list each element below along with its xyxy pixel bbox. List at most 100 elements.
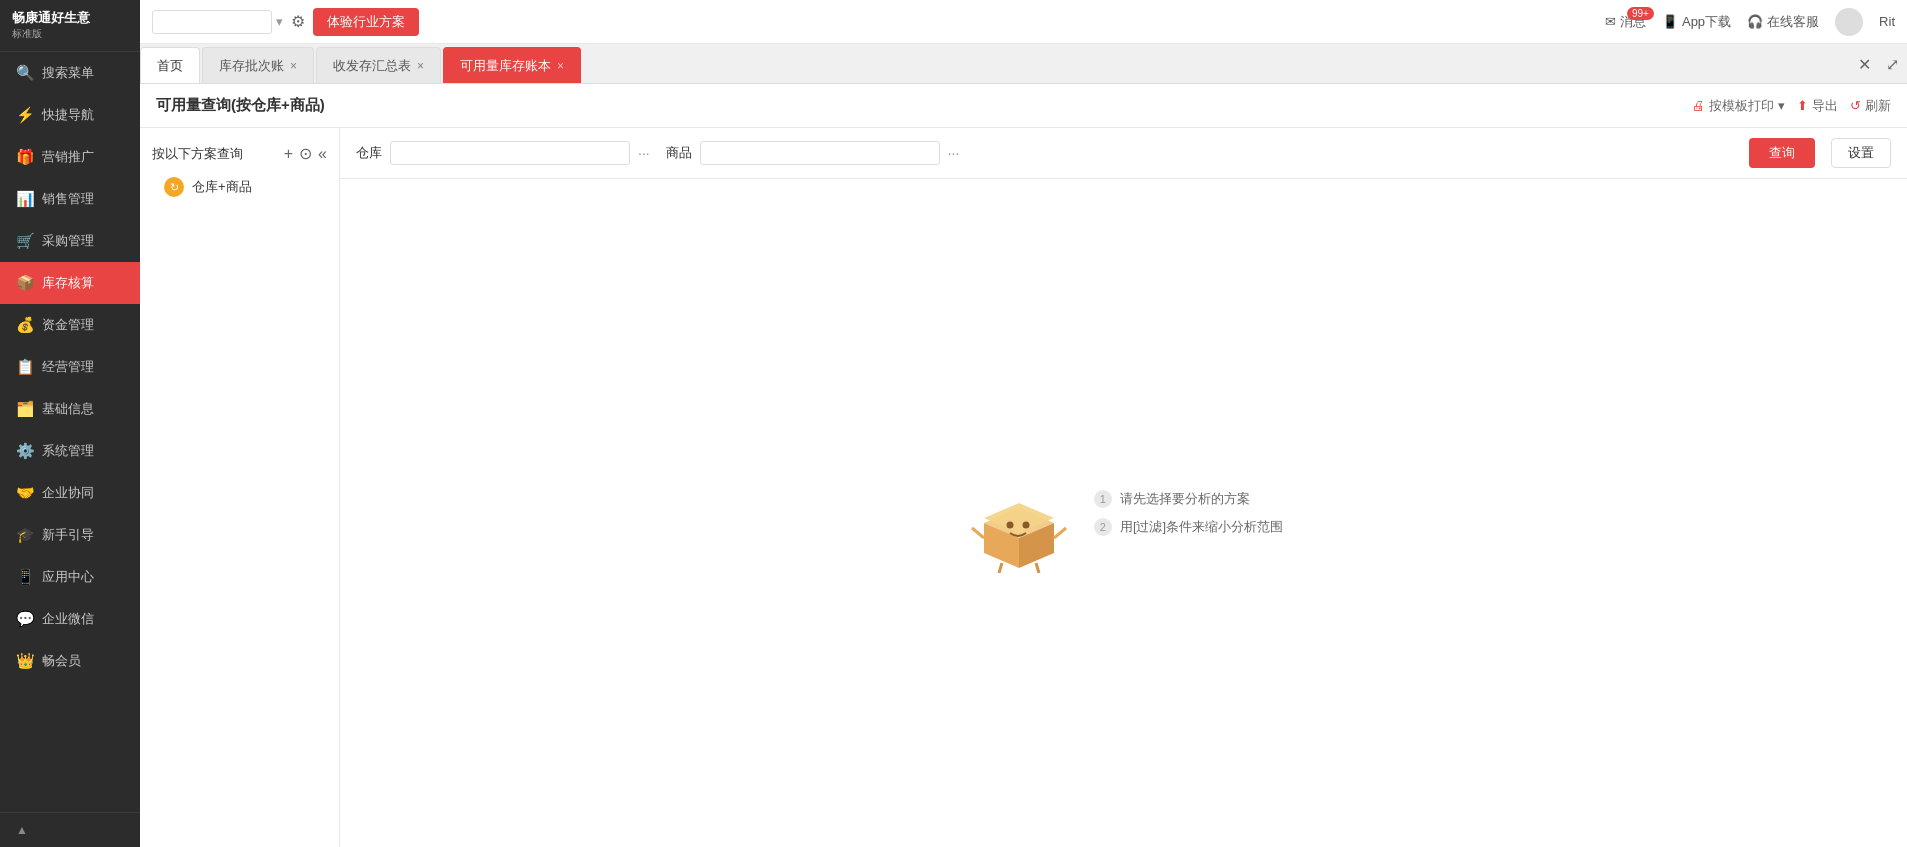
filter-item-warehouse-goods[interactable]: ↻ 仓库+商品 <box>140 169 339 205</box>
sidebar-item-finance[interactable]: 💰 资金管理 <box>0 304 140 346</box>
sidebar-item-quicknav[interactable]: ⚡ 快捷导航 <box>0 94 140 136</box>
sidebar-label-operation: 经营管理 <box>42 358 94 376</box>
warehouse-input[interactable] <box>390 141 630 165</box>
sidebar-nav: 🔍 搜索菜单 ⚡ 快捷导航 🎁 营销推广 📊 销售管理 🛒 采购管理 📦 库存核… <box>0 52 140 812</box>
sidebar-item-wechat[interactable]: 💬 企业微信 <box>0 598 140 640</box>
sidebar-item-newbie[interactable]: 🎓 新手引导 <box>0 514 140 556</box>
sidebar-label-purchase: 采购管理 <box>42 232 94 250</box>
sidebar-label-basic: 基础信息 <box>42 400 94 418</box>
sidebar-label-marketing: 营销推广 <box>42 148 94 166</box>
sidebar-item-appcenter[interactable]: 📱 应用中心 <box>0 556 140 598</box>
sidebar-item-marketing[interactable]: 🎁 营销推广 <box>0 136 140 178</box>
message-badge: 99+ <box>1627 7 1654 20</box>
tab-summary[interactable]: 收发存汇总表 × <box>316 47 441 83</box>
goods-field: 商品 ··· <box>666 141 960 165</box>
query-bar: 仓库 ··· 商品 ··· 查询 设置 <box>340 128 1907 179</box>
tab-available-label: 可用量库存账本 <box>460 57 551 75</box>
enterprise-icon: 🤝 <box>16 484 34 502</box>
tab-home-label: 首页 <box>157 57 183 75</box>
app-download-label: App下载 <box>1682 13 1731 31</box>
print-label: 按模板打印 <box>1709 97 1774 115</box>
goods-more-button[interactable]: ··· <box>948 145 960 161</box>
filter-header: 按以下方案查询 + ⊙ « <box>140 138 339 169</box>
warehouse-more-button[interactable]: ··· <box>638 145 650 161</box>
sidebar-footer[interactable]: ▲ <box>0 812 140 847</box>
svg-point-5 <box>1022 522 1029 529</box>
tab-available-close[interactable]: × <box>557 59 564 73</box>
marketing-icon: 🎁 <box>16 148 34 166</box>
sidebar-item-purchase[interactable]: 🛒 采购管理 <box>0 220 140 262</box>
sidebar-item-system[interactable]: ⚙️ 系统管理 <box>0 430 140 472</box>
sales-icon: 📊 <box>16 190 34 208</box>
settings-button[interactable]: 设置 <box>1831 138 1891 168</box>
empty-tip-2: 2 用[过滤]条件来缩小分析范围 <box>1094 518 1283 536</box>
user-avatar[interactable] <box>1835 8 1863 36</box>
sidebar-label-system: 系统管理 <box>42 442 94 460</box>
newbie-icon: 🎓 <box>16 526 34 544</box>
customer-service-button[interactable]: 🎧 在线客服 <box>1747 13 1819 31</box>
tip-num-2: 2 <box>1094 518 1112 536</box>
print-button[interactable]: 🖨 按模板打印 ▾ <box>1692 97 1785 115</box>
query-button[interactable]: 查询 <box>1749 138 1815 168</box>
sidebar: 畅康通好生意 标准版 🔍 搜索菜单 ⚡ 快捷导航 🎁 营销推广 📊 销售管理 🛒… <box>0 0 140 847</box>
empty-state: 1 请先选择要分析的方案 2 用[过滤]条件来缩小分析范围 <box>340 179 1907 847</box>
refresh-button[interactable]: ↺ 刷新 <box>1850 97 1891 115</box>
sidebar-item-operation[interactable]: 📋 经营管理 <box>0 346 140 388</box>
sidebar-item-inventory[interactable]: 📦 库存核算 <box>0 262 140 304</box>
topbar-right: ✉ 消息 99+ 📱 App下载 🎧 在线客服 Rit <box>1605 8 1895 36</box>
goods-label: 商品 <box>666 144 692 162</box>
refresh-icon: ↺ <box>1850 98 1861 113</box>
basic-icon: 🗂️ <box>16 400 34 418</box>
warehouse-field: 仓库 ··· <box>356 141 650 165</box>
app-download-button[interactable]: 📱 App下载 <box>1662 13 1731 31</box>
message-button[interactable]: ✉ 消息 99+ <box>1605 13 1646 31</box>
filter-add-button[interactable]: + <box>284 145 293 163</box>
sidebar-label-enterprise: 企业协同 <box>42 484 94 502</box>
tabs-close-all-button[interactable]: ✕ <box>1858 54 1871 73</box>
tab-batch[interactable]: 库存批次账 × <box>202 47 314 83</box>
page-actions: 🖨 按模板打印 ▾ ⬆ 导出 ↺ 刷新 <box>1692 97 1891 115</box>
sidebar-item-sales[interactable]: 📊 销售管理 <box>0 178 140 220</box>
tabs-bar: 首页 库存批次账 × 收发存汇总表 × 可用量库存账本 × ✕ ⤢ <box>140 44 1907 84</box>
customer-service-label: 在线客服 <box>1767 13 1819 31</box>
tab-summary-close[interactable]: × <box>417 59 424 73</box>
warehouse-label: 仓库 <box>356 144 382 162</box>
export-button[interactable]: ⬆ 导出 <box>1797 97 1838 115</box>
page-title: 可用量查询(按仓库+商品) <box>156 96 325 115</box>
print-dropdown-icon[interactable]: ▾ <box>1778 98 1785 113</box>
tabs-expand-button[interactable]: ⤢ <box>1886 54 1899 73</box>
sidebar-item-vip[interactable]: 👑 畅会员 <box>0 640 140 682</box>
trial-button[interactable]: 体验行业方案 <box>313 8 419 36</box>
sidebar-label-vip: 畅会员 <box>42 652 81 670</box>
goods-input[interactable] <box>700 141 940 165</box>
logo-title: 畅康通好生意 <box>12 10 128 27</box>
topbar-search-area: ▾ <box>152 10 283 34</box>
search-icon: 🔍 <box>16 64 34 82</box>
tip-text-2: 用[过滤]条件来缩小分析范围 <box>1120 518 1283 536</box>
export-label: 导出 <box>1812 97 1838 115</box>
svg-line-9 <box>1054 528 1066 538</box>
sidebar-label-appcenter: 应用中心 <box>42 568 94 586</box>
filter-setting-button[interactable]: ⊙ <box>299 144 312 163</box>
export-icon: ⬆ <box>1797 98 1808 113</box>
tab-batch-close[interactable]: × <box>290 59 297 73</box>
filter-header-label: 按以下方案查询 <box>152 145 243 163</box>
empty-state-tips: 1 请先选择要分析的方案 2 用[过滤]条件来缩小分析范围 <box>1094 490 1283 536</box>
sidebar-label-wechat: 企业微信 <box>42 610 94 628</box>
refresh-label: 刷新 <box>1865 97 1891 115</box>
sidebar-item-basic[interactable]: 🗂️ 基础信息 <box>0 388 140 430</box>
chevron-down-icon[interactable]: ▾ <box>276 14 283 29</box>
headset-icon: 🎧 <box>1747 14 1763 29</box>
sidebar-item-search[interactable]: 🔍 搜索菜单 <box>0 52 140 94</box>
filter-collapse-button[interactable]: « <box>318 145 327 163</box>
purchase-icon: 🛒 <box>16 232 34 250</box>
logo-sub: 标准版 <box>12 27 128 41</box>
sidebar-item-enterprise[interactable]: 🤝 企业协同 <box>0 472 140 514</box>
topbar-search-input[interactable] <box>152 10 272 34</box>
topbar: ▾ ⚙ 体验行业方案 ✉ 消息 99+ 📱 App下载 🎧 在线客服 Rit <box>140 0 1907 44</box>
tab-available[interactable]: 可用量库存账本 × <box>443 47 581 83</box>
gear-icon[interactable]: ⚙ <box>291 12 305 31</box>
sidebar-label-newbie: 新手引导 <box>42 526 94 544</box>
tab-home[interactable]: 首页 <box>140 47 200 83</box>
warehouse-goods-icon: ↻ <box>164 177 184 197</box>
